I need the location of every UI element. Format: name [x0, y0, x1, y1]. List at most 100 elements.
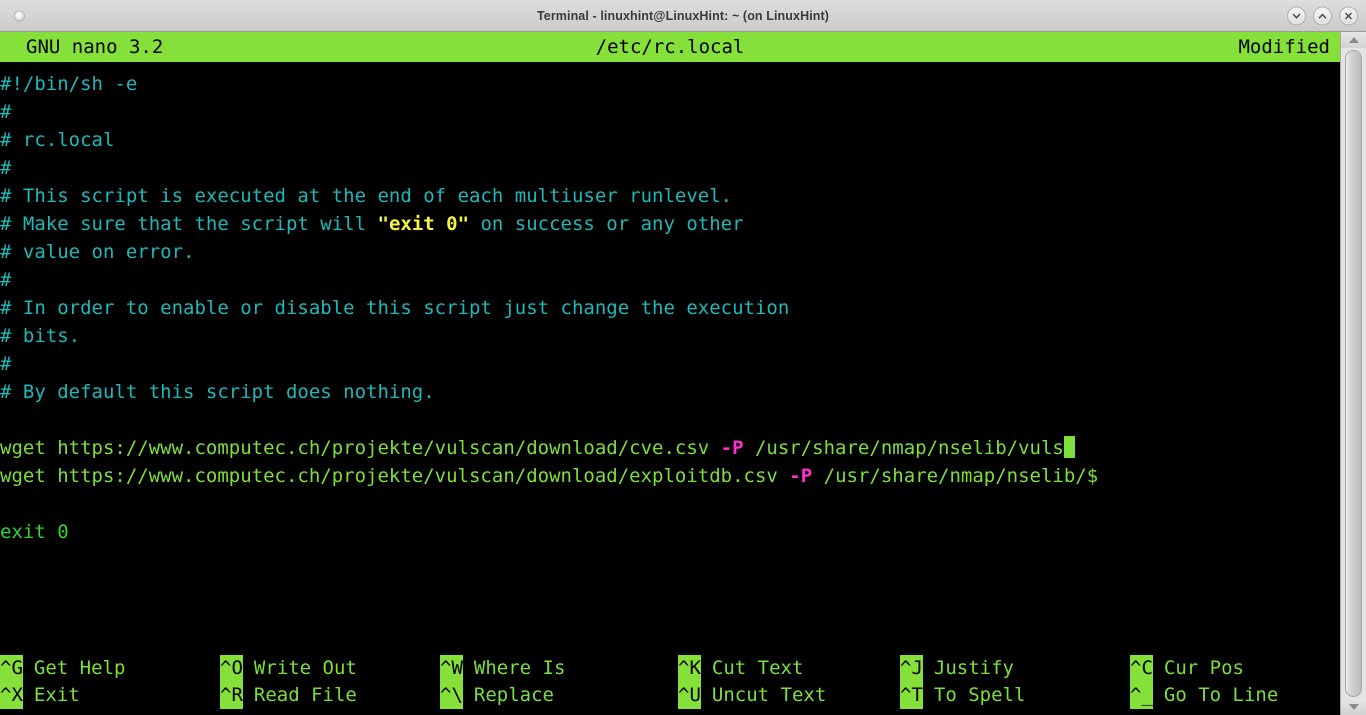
scroll-down-arrow-icon [1348, 704, 1359, 710]
window-controls [1287, 6, 1358, 25]
shortcut-label: Uncut Text [711, 684, 827, 706]
editor-text-segment: exit 0 [0, 521, 69, 543]
shortcut-label: Exit [33, 684, 80, 706]
editor-line: # [0, 98, 1340, 126]
editor-line: # [0, 266, 1340, 294]
editor-text-segment: -P [720, 437, 744, 459]
editor-text-segment: # rc.local [0, 129, 115, 151]
editor-line: # bits. [0, 322, 1340, 350]
editor-text-segment: /usr/share/nmap/nselib/$ [812, 465, 1099, 487]
shortcut-key: ^J [900, 655, 923, 682]
shortcut-write-out[interactable]: ^O Write Out [220, 655, 357, 682]
editor-line: wget https://www.computec.ch/projekte/vu… [0, 434, 1340, 462]
shortcut-key: ^K [678, 655, 701, 682]
terminal-window: Terminal - linuxhint@LinuxHint: ~ (on Li… [0, 0, 1366, 715]
shortcut-uncut-text[interactable]: ^U Uncut Text [678, 682, 826, 709]
nano-text-buffer[interactable]: #!/bin/sh -e # # rc.local # # This script is… [0, 62, 1340, 627]
shortcut-label: Where Is [473, 657, 566, 679]
editor-line: # [0, 154, 1340, 182]
window-menu-dot-icon[interactable] [14, 10, 25, 21]
editor-text-segment: # [0, 269, 12, 291]
nano-filename-label: /etc/rc.local [595, 36, 745, 58]
close-x-icon [1345, 12, 1352, 19]
editor-text-segment: # [0, 101, 12, 123]
shortcut-get-help[interactable]: ^G Get Help [0, 655, 125, 682]
shortcut-cur-pos[interactable]: ^C Cur Pos [1130, 655, 1244, 682]
nano-header-bar: GNU nano 3.2 /etc/rc.local Modified [0, 32, 1340, 62]
scroll-up-button[interactable] [1341, 32, 1366, 48]
editor-line: wget https://www.computec.ch/projekte/vu… [0, 462, 1340, 490]
editor-text-segment: wget https://www.computec.ch/projekte/vu… [0, 465, 790, 487]
shortcut-cut-text[interactable]: ^K Cut Text [678, 655, 803, 682]
editor-text-segment: /usr/share/nmap/nselib/vuls [743, 437, 1064, 459]
shortcut-row: ^X Exit ^R Read File ^\ Replace ^U Uncut Text ^T… [0, 682, 1340, 709]
nano-status-line [0, 627, 1340, 655]
editor-text-segment: #!/bin/sh -e [0, 73, 138, 95]
close-button[interactable] [1339, 6, 1358, 25]
shortcut-label: Cut Text [711, 657, 804, 679]
nano-modified-indicator: Modified [1238, 36, 1330, 58]
editor-line: # [0, 350, 1340, 378]
shortcut-key: ^T [900, 682, 923, 709]
shortcut-go-to-line[interactable]: ^_ Go To Line [1130, 682, 1278, 709]
shortcut-key: ^U [678, 682, 701, 709]
shortcut-replace[interactable]: ^\ Replace [440, 682, 554, 709]
shortcut-key: ^C [1130, 655, 1153, 682]
editor-line: # rc.local [0, 126, 1340, 154]
shortcut-label: Justify [933, 657, 1014, 679]
editor-line: # This script is executed at the end of … [0, 182, 1340, 210]
editor-line: # value on error. [0, 238, 1340, 266]
shortcut-label: Write Out [253, 657, 357, 679]
shortcut-exit[interactable]: ^X Exit [0, 682, 80, 709]
editor-line: #!/bin/sh -e [0, 70, 1340, 98]
shortcut-key: ^O [220, 655, 243, 682]
chevron-up-icon [1318, 13, 1327, 19]
editor-text-segment: # bits. [0, 325, 81, 347]
scrollbar-track[interactable] [1341, 48, 1366, 699]
editor-line: # By default this script does nothing. [0, 378, 1340, 406]
editor-text-segment: "exit 0" [377, 213, 470, 235]
shortcut-key: ^X [0, 682, 23, 709]
nano-editor[interactable]: GNU nano 3.2 /etc/rc.local Modified #!/b… [0, 32, 1340, 715]
scroll-down-button[interactable] [1341, 699, 1366, 715]
shortcut-read-file[interactable]: ^R Read File [220, 682, 357, 709]
shortcut-label: Read File [253, 684, 357, 706]
editor-line: # Make sure that the script will "exit 0… [0, 210, 1340, 238]
window-titlebar[interactable]: Terminal - linuxhint@LinuxHint: ~ (on Li… [0, 0, 1366, 32]
editor-text-segment: # [0, 353, 12, 375]
shortcut-label: Replace [473, 684, 554, 706]
editor-text-segment: on success or any other [469, 213, 744, 235]
editor-text-segment: wget https://www.computec.ch/projekte/vu… [0, 437, 721, 459]
shortcut-key: ^R [220, 682, 243, 709]
shortcut-label: Go To Line [1163, 684, 1279, 706]
shortcut-to-spell[interactable]: ^T To Spell [900, 682, 1025, 709]
shortcut-key: ^G [0, 655, 23, 682]
shortcut-justify[interactable]: ^J Justify [900, 655, 1014, 682]
editor-text-segment: # [0, 157, 12, 179]
editor-text-segment: # This script is executed at the end of … [0, 185, 733, 207]
minimize-button[interactable] [1287, 6, 1306, 25]
shortcut-label: Get Help [33, 657, 126, 679]
editor-text-segment: # By default this script does nothing. [0, 381, 435, 403]
scrollbar-thumb[interactable] [1345, 50, 1362, 697]
terminal-area: GNU nano 3.2 /etc/rc.local Modified #!/b… [0, 32, 1366, 715]
editor-text-segment: # Make sure that the script will [0, 213, 378, 235]
editor-text-segment: # value on error. [0, 241, 195, 263]
editor-line: # In order to enable or disable this scr… [0, 294, 1340, 322]
window-title: Terminal - linuxhint@LinuxHint: ~ (on Li… [536, 8, 830, 23]
shortcut-label: To Spell [933, 684, 1026, 706]
maximize-button[interactable] [1313, 6, 1332, 25]
nano-version-label: GNU nano 3.2 [26, 36, 164, 58]
editor-line: exit 0 [0, 518, 1340, 546]
vertical-scrollbar[interactable] [1340, 32, 1366, 715]
shortcut-key: ^\ [440, 682, 463, 709]
shortcut-label: Cur Pos [1163, 657, 1244, 679]
shortcut-where-is[interactable]: ^W Where Is [440, 655, 565, 682]
text-cursor [1063, 436, 1075, 458]
editor-text-segment: # In order to enable or disable this scr… [0, 297, 790, 319]
shortcut-row: ^G Get Help ^O Write Out ^W Where Is ^K Cut Tex… [0, 655, 1340, 682]
shortcut-key: ^W [440, 655, 463, 682]
scroll-up-arrow-icon [1348, 37, 1359, 43]
